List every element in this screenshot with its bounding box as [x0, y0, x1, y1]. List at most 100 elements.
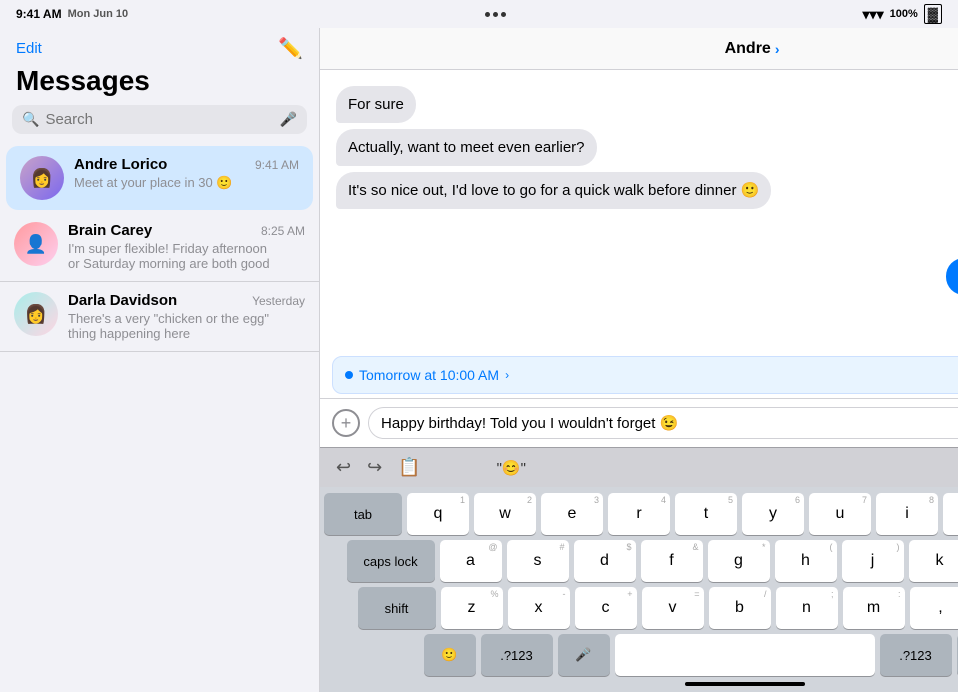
battery-status: 100% — [890, 8, 918, 20]
conversation-item-darla[interactable]: 👩 Darla Davidson Yesterday There's a ver… — [0, 282, 319, 352]
avatar-darla: 👩 — [14, 292, 58, 336]
keyboard: tab 1q 2w 3e 4r 5t 6y 7u 8i 9o 0p delete… — [320, 487, 958, 692]
redo-button[interactable]: ↪ — [367, 457, 382, 478]
message-row-2: Actually, want to meet even earlier? — [336, 129, 958, 166]
scheduled-chevron: › — [505, 368, 509, 382]
key-j[interactable]: )j — [842, 540, 904, 582]
keyboard-toolbar: ↩ ↪ 📋 "😊" ≡A — [320, 447, 958, 487]
conversation-item-brain[interactable]: 👤 Brain Carey 8:25 AM I'm super flexible… — [0, 212, 319, 282]
status-bar: 9:41 AM Mon Jun 10 ▾▾▾ 100% ▓ — [0, 0, 958, 28]
message-row-4: I'm down! — [336, 215, 958, 252]
conv-info-andre: Andre Lorico 9:41 AM Meet at your place … — [74, 156, 299, 191]
battery-icon: ▓ — [924, 4, 942, 24]
key-e[interactable]: 3e — [541, 493, 603, 535]
status-time: 9:41 AM — [16, 7, 62, 21]
mic-key-icon: 🎤 — [575, 647, 591, 663]
key-r[interactable]: 4r — [608, 493, 670, 535]
left-shift-key[interactable]: shift — [358, 587, 436, 629]
add-attachment-button[interactable]: + — [332, 409, 360, 437]
emoji-label-button[interactable]: "😊" — [497, 459, 526, 477]
scheduled-left[interactable]: Tomorrow at 10:00 AM › — [345, 367, 509, 383]
key-m[interactable]: :m — [843, 587, 905, 629]
edit-button[interactable]: Edit — [16, 40, 42, 57]
key-z[interactable]: %z — [441, 587, 503, 629]
conversation-list: 👩 Andre Lorico 9:41 AM Meet at your plac… — [0, 144, 319, 692]
key-o[interactable]: 9o — [943, 493, 958, 535]
app-container: Edit ✏️ Messages 🔍 🎤 👩 Andre Lorico 9:41… — [0, 28, 958, 692]
status-day: Mon Jun 10 — [68, 8, 129, 20]
conv-preview-darla: There's a very "chicken or the egg" — [68, 311, 305, 326]
conv-preview2-darla: thing happening here — [68, 326, 305, 341]
conv-time-darla: Yesterday — [252, 294, 305, 308]
key-n[interactable]: ;n — [776, 587, 838, 629]
keyboard-row-numbers: tab 1q 2w 3e 4r 5t 6y 7u 8i 9o 0p delete — [324, 493, 958, 535]
key-w[interactable]: 2w — [474, 493, 536, 535]
num123-right-key[interactable]: .?123 — [880, 634, 952, 676]
avatar-andre: 👩 — [20, 156, 64, 200]
drag-dot-1 — [485, 12, 490, 17]
emoji-key[interactable]: 🙂 — [424, 634, 476, 676]
delivered-label: Delivered — [336, 303, 958, 315]
key-g[interactable]: *g — [708, 540, 770, 582]
conversation-item-andre[interactable]: 👩 Andre Lorico 9:41 AM Meet at your plac… — [6, 146, 313, 210]
conv-info-darla: Darla Davidson Yesterday There's a very … — [68, 292, 305, 341]
compose-button[interactable]: ✏️ — [278, 36, 303, 61]
tab-key[interactable]: tab — [324, 493, 402, 535]
key-s[interactable]: #s — [507, 540, 569, 582]
key-t[interactable]: 5t — [675, 493, 737, 535]
avatar-photo-darla: 👩 — [25, 304, 47, 325]
key-h[interactable]: (h — [775, 540, 837, 582]
contact-name: Andre — [725, 40, 771, 58]
avatar-brain: 👤 — [14, 222, 58, 266]
conv-name-andre: Andre Lorico — [74, 156, 167, 173]
avatar-photo: 👩 — [31, 168, 53, 189]
key-comma[interactable]: !, — [910, 587, 958, 629]
plus-icon: + — [341, 413, 352, 434]
keyboard-row-asd: caps lock @a #s $d &f *g (h )j 'k "l ret… — [324, 540, 958, 582]
key-a[interactable]: @a — [440, 540, 502, 582]
search-input[interactable] — [45, 111, 273, 128]
message-text-2: Actually, want to meet even earlier? — [348, 139, 585, 156]
message-text-3: It's so nice out, I'd love to go for a q… — [348, 182, 759, 199]
scheduled-bar: Tomorrow at 10:00 AM › ✕ — [332, 356, 958, 394]
drag-dot-3 — [501, 12, 506, 17]
key-k[interactable]: 'k — [909, 540, 958, 582]
input-area: + Happy birthday! Told you I wouldn't fo… — [320, 398, 958, 447]
paste-button[interactable]: 📋 — [398, 457, 420, 478]
conv-preview2-brain: or Saturday morning are both good — [68, 256, 305, 271]
num123-left-label: .?123 — [500, 648, 533, 663]
capslock-label: caps lock — [363, 554, 417, 569]
num123-left-key[interactable]: .?123 — [481, 634, 553, 676]
message-text-1: For sure — [348, 96, 404, 113]
search-bar[interactable]: 🔍 🎤 — [12, 105, 307, 134]
space-key[interactable] — [615, 634, 875, 676]
key-q[interactable]: 1q — [407, 493, 469, 535]
key-v[interactable]: =v — [642, 587, 704, 629]
status-bar-right: ▾▾▾ 100% ▓ — [863, 4, 942, 24]
undo-button[interactable]: ↩ — [336, 457, 351, 478]
bubble-1: For sure — [336, 86, 416, 123]
capslock-key[interactable]: caps lock — [347, 540, 435, 582]
home-indicator — [685, 682, 805, 686]
key-u[interactable]: 7u — [809, 493, 871, 535]
scheduled-dot — [345, 371, 353, 379]
mic-key[interactable]: 🎤 — [558, 634, 610, 676]
input-text: Happy birthday! Told you I wouldn't forg… — [381, 415, 678, 432]
num123-right-label: .?123 — [899, 648, 932, 663]
key-y[interactable]: 6y — [742, 493, 804, 535]
key-b[interactable]: /b — [709, 587, 771, 629]
shift-label: shift — [385, 601, 409, 616]
key-x[interactable]: -x — [508, 587, 570, 629]
conv-time-andre: 9:41 AM — [255, 158, 299, 172]
keyboard-row-bottom: 🙂 .?123 🎤 .?123 𝒯 ⌨ — [324, 634, 958, 676]
key-c[interactable]: +c — [575, 587, 637, 629]
message-input[interactable]: Happy birthday! Told you I wouldn't forg… — [368, 407, 958, 439]
emoji-key-icon: 🙂 — [441, 647, 457, 663]
key-f[interactable]: &f — [641, 540, 703, 582]
wifi-icon: ▾▾▾ — [863, 6, 884, 23]
key-d[interactable]: $d — [574, 540, 636, 582]
chat-header-center[interactable]: Andre › — [725, 40, 780, 58]
chat-area: Andre › 📹 For sure Actually, want to mee… — [320, 28, 958, 692]
microphone-icon: 🎤 — [280, 111, 297, 128]
key-i[interactable]: 8i — [876, 493, 938, 535]
